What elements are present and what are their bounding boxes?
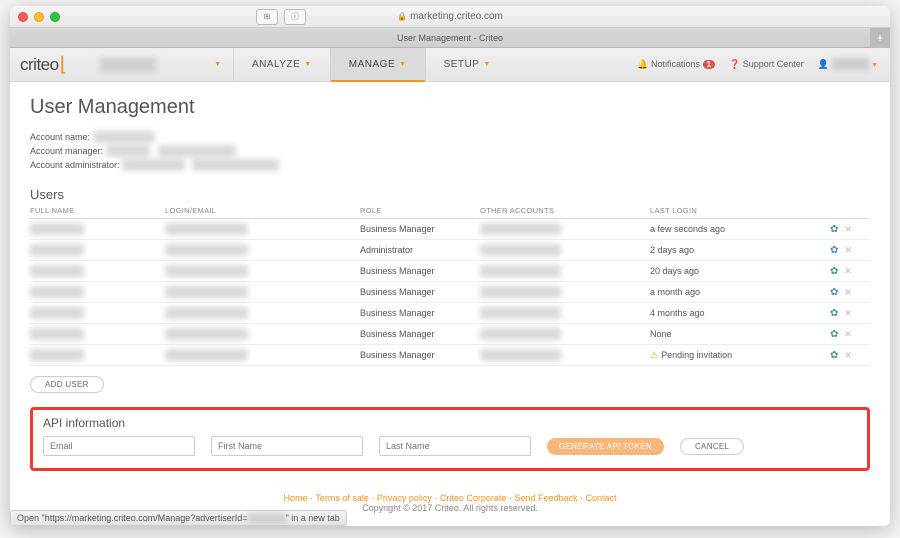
nav-analyze[interactable]: ANALYZE▼ bbox=[233, 48, 330, 81]
notifications-badge: 1 bbox=[703, 60, 715, 69]
remove-icon[interactable]: ✕ bbox=[844, 245, 852, 255]
last-login-cell: 4 months ago bbox=[650, 308, 830, 318]
account-admin-line: Account administrator: xxxxxx xxxxxx xxx… bbox=[30, 159, 870, 171]
role-cell: Business Manager bbox=[360, 287, 480, 297]
users-heading: Users bbox=[30, 187, 870, 202]
role-cell: Business Manager bbox=[360, 266, 480, 276]
last-login-cell: a month ago bbox=[650, 287, 830, 297]
lock-icon: 🔒 bbox=[397, 12, 407, 21]
table-row: xxxxxx xxxxxxxxxxxxxxxxxxxxxAdministrato… bbox=[30, 240, 870, 261]
remove-icon[interactable]: ✕ bbox=[844, 308, 852, 318]
chevron-down-icon: ▼ bbox=[399, 61, 406, 68]
col-full-name: FULL NAME bbox=[30, 206, 165, 215]
account-manager-line: Account manager: xxxx xxxx xxxxxxxxxxxxx… bbox=[30, 145, 870, 157]
role-cell: Business Manager bbox=[360, 350, 480, 360]
footer-link[interactable]: Home bbox=[283, 493, 307, 503]
top-nav-right: 🔔 Notifications 1 ❓ Support Center 👤 xx … bbox=[637, 48, 890, 81]
gear-icon[interactable]: ✿ bbox=[830, 350, 838, 361]
footer-link[interactable]: Contact bbox=[585, 493, 616, 503]
window-titlebar: ⊞ ⓘ 🔒 marketing.criteo.com bbox=[10, 6, 890, 28]
role-cell: Administrator bbox=[360, 245, 480, 255]
notifications-link[interactable]: 🔔 Notifications 1 bbox=[637, 59, 715, 70]
remove-icon[interactable]: ✕ bbox=[844, 266, 852, 276]
maximize-window-icon[interactable] bbox=[50, 12, 60, 22]
address-bar[interactable]: 🔒 marketing.criteo.com bbox=[397, 11, 503, 22]
page-title: User Management bbox=[30, 96, 870, 119]
nav-manage[interactable]: MANAGE▼ bbox=[330, 48, 425, 81]
bell-icon: 🔔 bbox=[637, 59, 648, 69]
toolbar-icons: ⊞ ⓘ bbox=[256, 9, 306, 25]
footer-link[interactable]: Criteo Corporate bbox=[440, 493, 507, 503]
last-login-cell: None bbox=[650, 329, 830, 339]
warning-icon: ⚠ bbox=[650, 350, 658, 360]
generate-api-token-button[interactable]: GENERATE API TOKEN bbox=[547, 438, 664, 455]
top-nav: criteo⌊ xxxxxxxxx ▼ ANALYZE▼MANAGE▼SETUP… bbox=[10, 48, 890, 82]
address-url: marketing.criteo.com bbox=[410, 11, 503, 22]
sidebar-toggle-icon[interactable]: ⊞ bbox=[256, 9, 278, 25]
role-cell: Business Manager bbox=[360, 224, 480, 234]
gear-icon[interactable]: ✿ bbox=[830, 245, 838, 256]
close-window-icon[interactable] bbox=[18, 12, 28, 22]
minimize-window-icon[interactable] bbox=[34, 12, 44, 22]
gear-icon[interactable]: ✿ bbox=[830, 224, 838, 235]
gear-icon[interactable]: ✿ bbox=[830, 308, 838, 319]
user-menu[interactable]: 👤 xx ▼ bbox=[818, 59, 878, 70]
nav-setup[interactable]: SETUP▼ bbox=[425, 48, 509, 81]
role-cell: Business Manager bbox=[360, 308, 480, 318]
table-row: xxxxxx xxxxxxxxxxxxxxxxxxxxxBusiness Man… bbox=[30, 282, 870, 303]
col-last-login: LAST LOGIN bbox=[650, 206, 830, 215]
account-name-line: Account name: xxxxxxxxx xxx bbox=[30, 131, 870, 143]
chevron-down-icon: ▼ bbox=[871, 62, 878, 69]
footer-links: Home · Terms of sale · Privacy policy · … bbox=[30, 493, 870, 503]
help-icon: ❓ bbox=[729, 59, 740, 69]
remove-icon[interactable]: ✕ bbox=[844, 287, 852, 297]
col-other-accounts: OTHER ACCOUNTS bbox=[480, 206, 650, 215]
add-user-button[interactable]: ADD USER bbox=[30, 376, 104, 393]
account-name-redacted: xxxxxxxxx bbox=[100, 58, 156, 72]
account-selector[interactable]: xxxxxxxxx ▼ bbox=[88, 48, 233, 81]
api-info-heading: API information bbox=[43, 416, 857, 430]
footer-link[interactable]: Privacy policy bbox=[377, 493, 432, 503]
table-row: xxxxxx xxxxxxxxxxxxxxxxxxxxxBusiness Man… bbox=[30, 219, 870, 240]
browser-tab-bar: User Management - Criteo + bbox=[10, 28, 890, 48]
api-email-input[interactable] bbox=[43, 436, 195, 456]
chevron-down-icon: ▼ bbox=[304, 61, 311, 68]
cancel-button[interactable]: CANCEL bbox=[680, 438, 744, 455]
chevron-down-icon: ▼ bbox=[483, 61, 490, 68]
browser-window: ⊞ ⓘ 🔒 marketing.criteo.com User Manageme… bbox=[10, 6, 890, 526]
criteo-logo[interactable]: criteo⌊ bbox=[10, 48, 88, 81]
table-row: xxxxxx xxxxxxxxxxxxxxxxxxxxxBusiness Man… bbox=[30, 303, 870, 324]
footer-link[interactable]: Terms of sale bbox=[315, 493, 369, 503]
gear-icon[interactable]: ✿ bbox=[830, 266, 838, 277]
last-login-cell: ⚠Pending invitation bbox=[650, 350, 830, 361]
users-table-header: FULL NAME LOGIN/EMAIL ROLE OTHER ACCOUNT… bbox=[30, 206, 870, 219]
user-icon: 👤 bbox=[818, 59, 829, 69]
new-tab-button[interactable]: + bbox=[870, 28, 890, 48]
gear-icon[interactable]: ✿ bbox=[830, 329, 838, 340]
footer-link[interactable]: Send Feedback bbox=[514, 493, 577, 503]
col-role: ROLE bbox=[360, 206, 480, 215]
role-cell: Business Manager bbox=[360, 329, 480, 339]
last-login-cell: 2 days ago bbox=[650, 245, 830, 255]
table-row: xxxxxx xxxxxxxxxxxxxxxxxxxxxBusiness Man… bbox=[30, 345, 870, 366]
last-login-cell: 20 days ago bbox=[650, 266, 830, 276]
support-center-link[interactable]: ❓ Support Center bbox=[729, 59, 804, 70]
api-first-name-input[interactable] bbox=[211, 436, 363, 456]
remove-icon[interactable]: ✕ bbox=[844, 329, 852, 339]
remove-icon[interactable]: ✕ bbox=[844, 350, 852, 360]
last-login-cell: a few seconds ago bbox=[650, 224, 830, 234]
remove-icon[interactable]: ✕ bbox=[844, 224, 852, 234]
api-information-panel: API information GENERATE API TOKEN CANCE… bbox=[30, 407, 870, 471]
table-row: xxxxxx xxxxxxxxxxxxxxxxxxxxxBusiness Man… bbox=[30, 324, 870, 345]
info-icon[interactable]: ⓘ bbox=[284, 9, 306, 25]
gear-icon[interactable]: ✿ bbox=[830, 287, 838, 298]
user-name-redacted: xx bbox=[832, 58, 869, 70]
api-last-name-input[interactable] bbox=[379, 436, 531, 456]
chevron-down-icon: ▼ bbox=[214, 61, 221, 68]
table-row: xxxxxx xxxxxxxxxxxxxxxxxxxxxBusiness Man… bbox=[30, 261, 870, 282]
col-login-email: LOGIN/EMAIL bbox=[165, 206, 360, 215]
browser-tab-title[interactable]: User Management - Criteo bbox=[397, 33, 503, 43]
page-content: User Management Account name: xxxxxxxxx … bbox=[10, 82, 890, 526]
browser-status-bar: Open "https://marketing.criteo.com/Manag… bbox=[10, 510, 347, 526]
